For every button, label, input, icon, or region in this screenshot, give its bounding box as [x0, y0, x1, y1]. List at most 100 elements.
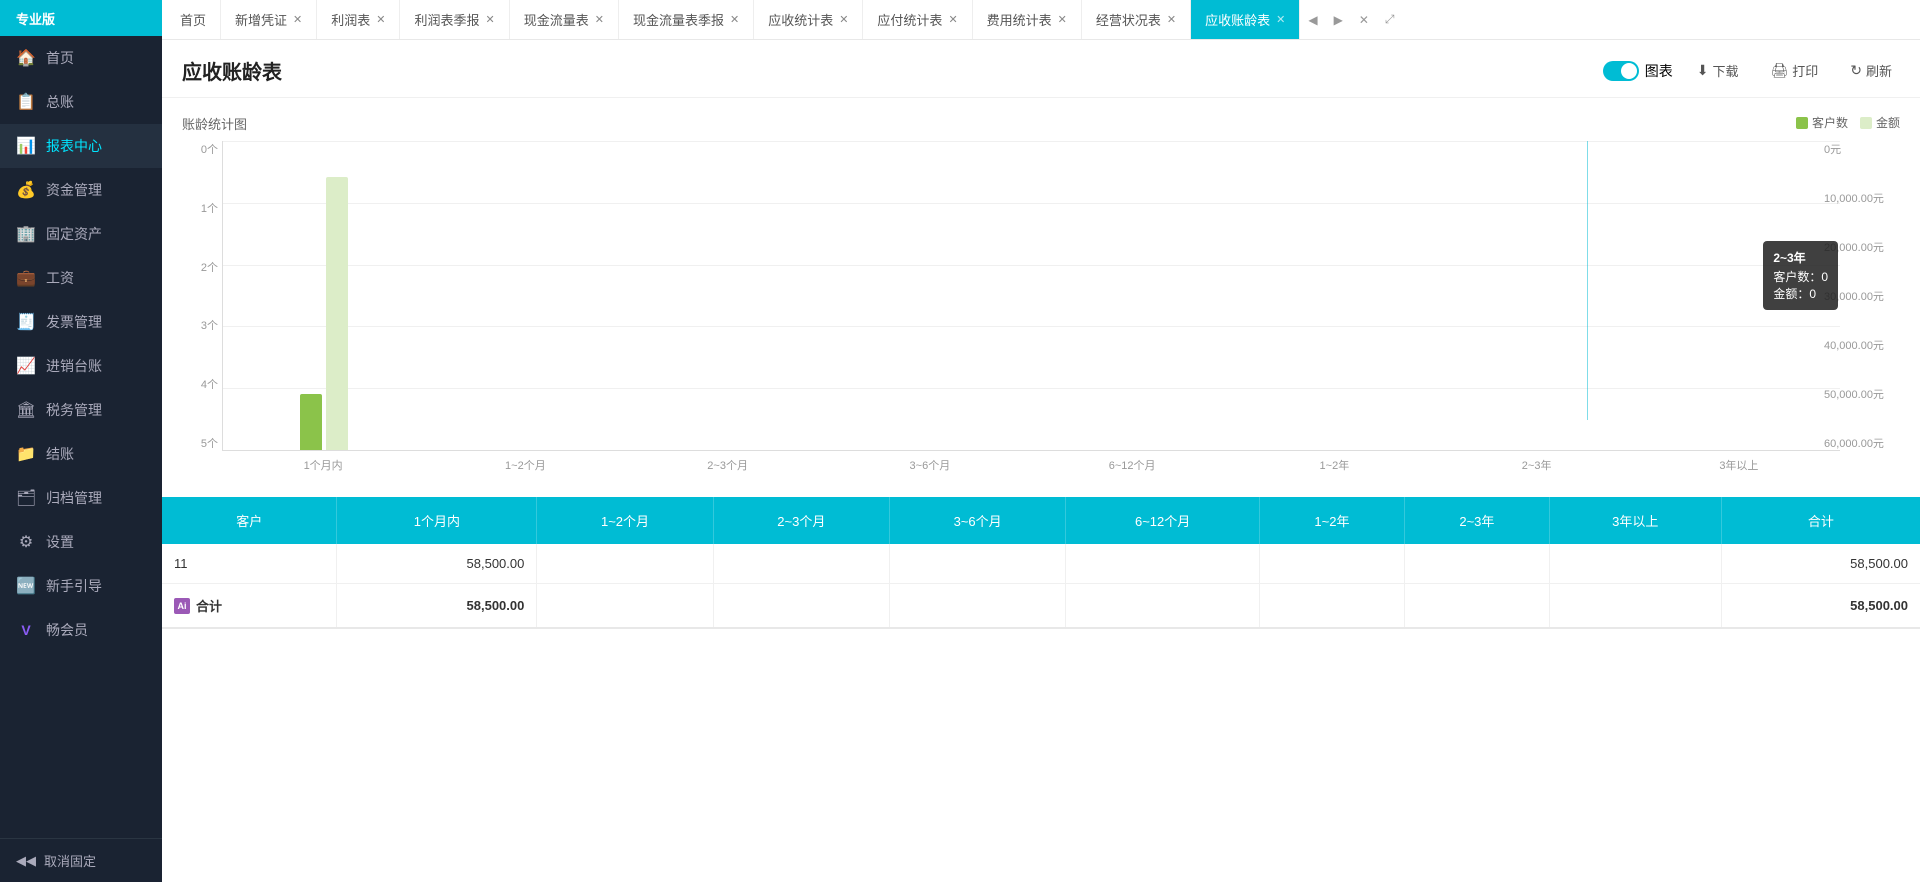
total-m612: [1066, 584, 1260, 629]
row-total: 58,500.00: [1721, 544, 1920, 584]
tab-home[interactable]: 首页: [166, 0, 221, 40]
sidebar-label-sales: 进销台账: [46, 356, 102, 376]
tab-expense-stats[interactable]: 费用统计表 ✕: [973, 0, 1082, 40]
x-label-5: 1~2年: [1233, 451, 1435, 481]
bar-customers-0: [300, 394, 322, 450]
tab-expense-stats-label: 费用统计表: [987, 10, 1052, 29]
assets-icon: 🏢: [16, 224, 36, 244]
refresh-btn[interactable]: ↻ 刷新: [1842, 57, 1900, 84]
chart-container: 账龄统计图 客户数 金额 5个 4个 3个 2个 1个: [162, 98, 1920, 497]
chart-toggle[interactable]: 图表: [1603, 61, 1673, 81]
sidebar-item-reports[interactable]: 📊 报表中心: [0, 124, 162, 168]
sidebar-item-home[interactable]: 🏠 首页: [0, 36, 162, 80]
archive-icon: 🗂: [16, 488, 36, 508]
table-area: 客户 1个月内 1~2个月 2~3个月 3~6个月 6~12个月 1~2年 2~…: [162, 497, 1920, 882]
tab-business-status[interactable]: 经营状况表 ✕: [1082, 0, 1191, 40]
total-text: 合计: [196, 596, 222, 615]
tab-ap-stats[interactable]: 应付统计表 ✕: [863, 0, 972, 40]
total-m23: [713, 584, 889, 629]
sidebar-label-invoice: 发票管理: [46, 312, 102, 332]
x-label-0: 1个月内: [222, 451, 424, 481]
row-y23: [1404, 544, 1549, 584]
col-m612: 6~12个月: [1066, 497, 1260, 544]
tab-voucher-label: 新增凭证: [235, 10, 287, 29]
refresh-icon: ↻: [1850, 62, 1862, 79]
toggle-track[interactable]: [1603, 61, 1639, 81]
tab-profit-quarter-label: 利润表季报: [414, 10, 479, 29]
tab-voucher[interactable]: 新增凭证 ✕: [221, 0, 317, 40]
sidebar-item-tax[interactable]: 🏛 税务管理: [0, 388, 162, 432]
tab-cashflow-close[interactable]: ✕: [595, 13, 604, 26]
tab-profit-quarter-close[interactable]: ✕: [486, 13, 495, 26]
tab-ar-aging[interactable]: 应收账龄表 ✕: [1191, 0, 1300, 40]
tab-prev-btn[interactable]: ◀: [1300, 0, 1325, 40]
sidebar-collapse-btn[interactable]: ◀◀ 取消固定: [0, 838, 162, 882]
total-m1: 58,500.00: [337, 584, 537, 629]
y-left-3: 3个: [182, 317, 222, 333]
tax-icon: 🏛: [16, 400, 36, 420]
total-y12: [1260, 584, 1405, 629]
tab-expense-stats-close[interactable]: ✕: [1058, 13, 1067, 26]
sidebar-item-archive[interactable]: 🗂 归档管理: [0, 476, 162, 520]
x-label-6: 2~3年: [1436, 451, 1638, 481]
x-label-1: 1~2个月: [424, 451, 626, 481]
row-m1: 58,500.00: [337, 544, 537, 584]
tab-ar-aging-close[interactable]: ✕: [1276, 13, 1285, 26]
sidebar-label-closing: 结账: [46, 444, 74, 464]
y-left-0: 0个: [182, 141, 222, 157]
download-icon: ⬇: [1697, 62, 1709, 79]
tab-ar-stats-close[interactable]: ✕: [839, 13, 848, 26]
header-actions: 图表 ⬇ 下载 🖨 打印 ↻ 刷新: [1603, 57, 1900, 84]
sidebar-item-invoice[interactable]: 🧾 发票管理: [0, 300, 162, 344]
total-m36: [889, 584, 1065, 629]
row-m36: [889, 544, 1065, 584]
sidebar-label-ledger: 总账: [46, 92, 74, 112]
row-m12: [537, 544, 713, 584]
tab-business-status-close[interactable]: ✕: [1167, 13, 1176, 26]
sidebar-label-funds: 资金管理: [46, 180, 102, 200]
tab-profit[interactable]: 利润表 ✕: [317, 0, 400, 40]
total-m12: [537, 584, 713, 629]
sidebar-item-settings[interactable]: ⚙ 设置: [0, 520, 162, 564]
tab-ar-stats[interactable]: 应收统计表 ✕: [754, 0, 863, 40]
invoice-icon: 🧾: [16, 312, 36, 332]
col-m12: 1~2个月: [537, 497, 713, 544]
guide-icon: 🆕: [16, 576, 36, 596]
tab-cashflow[interactable]: 现金流量表 ✕: [510, 0, 619, 40]
sidebar-item-payroll[interactable]: 💼 工资: [0, 256, 162, 300]
y-left-4: 4个: [182, 376, 222, 392]
row-y12: [1260, 544, 1405, 584]
refresh-label: 刷新: [1866, 61, 1892, 80]
tab-cashflow-quarter[interactable]: 现金流量表季报 ✕: [619, 0, 754, 40]
col-customer: 客户: [162, 497, 337, 544]
tab-expand-btn[interactable]: ⤢: [1377, 0, 1403, 40]
sidebar-item-guide[interactable]: 🆕 新手引导: [0, 564, 162, 608]
tab-cashflow-quarter-close[interactable]: ✕: [730, 13, 739, 26]
total-y23: [1404, 584, 1549, 629]
tab-next-btn[interactable]: ▶: [1326, 0, 1351, 40]
sidebar-item-funds[interactable]: 💰 资金管理: [0, 168, 162, 212]
sidebar-item-assets[interactable]: 🏢 固定资产: [0, 212, 162, 256]
download-btn[interactable]: ⬇ 下载: [1689, 57, 1747, 84]
sidebar-item-closing[interactable]: 📁 结账: [0, 432, 162, 476]
tab-profit-label: 利润表: [331, 10, 370, 29]
col-total: 合计: [1721, 497, 1920, 544]
tab-ar-stats-label: 应收统计表: [768, 10, 833, 29]
tab-profit-quarter[interactable]: 利润表季报 ✕: [400, 0, 509, 40]
tab-ap-stats-close[interactable]: ✕: [948, 13, 957, 26]
sales-icon: 📈: [16, 356, 36, 376]
sidebar-label-archive: 归档管理: [46, 488, 102, 508]
main-area: 首页 新增凭证 ✕ 利润表 ✕ 利润表季报 ✕ 现金流量表 ✕ 现金流量表季报 …: [162, 0, 1920, 882]
tab-profit-close[interactable]: ✕: [376, 13, 385, 26]
tab-voucher-close[interactable]: ✕: [293, 13, 302, 26]
y-left-2: 2个: [182, 259, 222, 275]
sidebar-item-ledger[interactable]: 📋 总账: [0, 80, 162, 124]
sidebar-label-reports: 报表中心: [46, 136, 102, 156]
sidebar-item-sales[interactable]: 📈 进销台账: [0, 344, 162, 388]
print-btn[interactable]: 🖨 打印: [1762, 57, 1826, 84]
col-m1: 1个月内: [337, 497, 537, 544]
tab-close-btn[interactable]: ✕: [1351, 0, 1377, 40]
reports-icon: 📊: [16, 136, 36, 156]
x-label-3: 3~6个月: [829, 451, 1031, 481]
sidebar-item-vip[interactable]: V 畅会员: [0, 608, 162, 652]
